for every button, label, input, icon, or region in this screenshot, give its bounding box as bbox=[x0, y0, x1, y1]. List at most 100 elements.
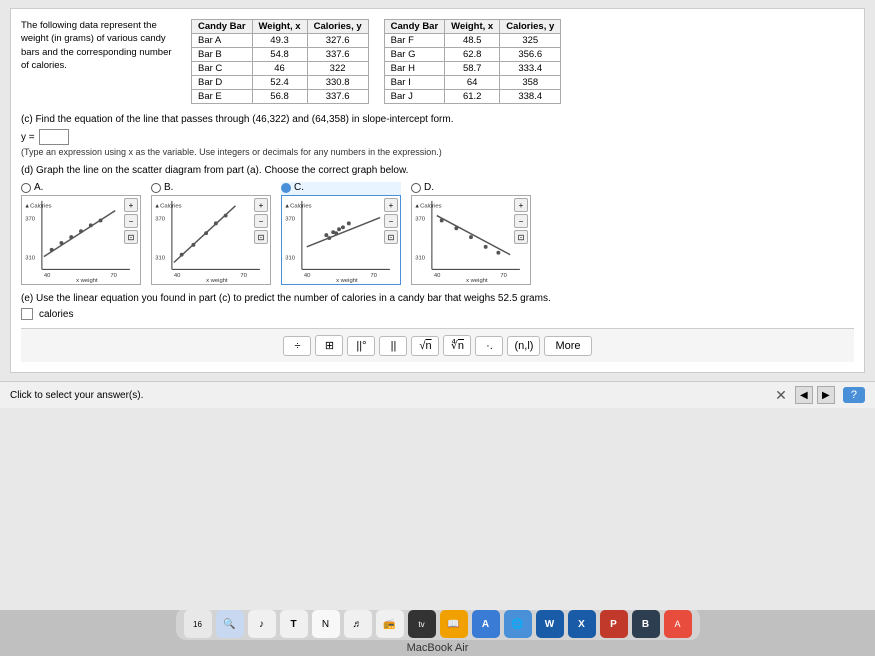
dock-podcast[interactable]: 📻 bbox=[376, 610, 404, 638]
math-btn-fraction[interactable]: ÷ bbox=[283, 336, 311, 356]
dock-itunes[interactable]: ♬ bbox=[344, 610, 372, 638]
dock-t-app[interactable]: T bbox=[280, 610, 308, 638]
graph-d-svg: ▲Calories 370 310 40 70 x weight bbox=[412, 196, 530, 284]
expand-btn-b[interactable]: ⊡ bbox=[254, 230, 268, 244]
part-d: (d) Graph the line on the scatter diagra… bbox=[21, 165, 854, 285]
radio-b[interactable] bbox=[151, 183, 161, 193]
expand-btn-d[interactable]: ⊡ bbox=[514, 230, 528, 244]
click-to-select-label: Click to select your answer(s). bbox=[10, 390, 143, 401]
graph-a-box: ▲Calories 370 310 40 70 x weight bbox=[21, 195, 141, 285]
table-row: Bar D 52.4 330.8 bbox=[192, 76, 369, 90]
nav-arrows: ◀ ▶ bbox=[795, 386, 835, 404]
table-2: Candy Bar Weight, x Calories, y Bar F 48… bbox=[384, 19, 562, 104]
svg-text:70: 70 bbox=[240, 273, 247, 279]
graph-option-a[interactable]: A. ▲Calories 370 310 40 bbox=[21, 182, 141, 285]
svg-text:40: 40 bbox=[304, 273, 311, 279]
zoom-in-btn-a[interactable]: + bbox=[124, 198, 138, 212]
help-button[interactable]: ? bbox=[843, 387, 865, 403]
graph-d-box: ▲Calories 370 310 40 70 x weight bbox=[411, 195, 531, 285]
dock-a-app[interactable]: A bbox=[472, 610, 500, 638]
graph-c-controls: + − ⊡ bbox=[384, 198, 398, 244]
macbook-bar: 16 🔍 ♪ T N ♬ 📻 tv 📖 A 🌐 W X P B A MacBoo… bbox=[0, 610, 875, 656]
part-c-answer-box[interactable] bbox=[39, 129, 69, 145]
zoom-in-btn-c[interactable]: + bbox=[384, 198, 398, 212]
dock-pdf-app[interactable]: A bbox=[664, 610, 692, 638]
svg-text:x weight: x weight bbox=[76, 278, 98, 284]
dock-appletv[interactable]: tv bbox=[408, 610, 436, 638]
graph-c-svg: ▲Calories 370 310 40 70 x weight bbox=[282, 196, 400, 284]
radio-a[interactable] bbox=[21, 183, 31, 193]
zoom-out-btn-a[interactable]: − bbox=[124, 214, 138, 228]
table-row: Bar G 62.8 356.6 bbox=[384, 48, 561, 62]
table2-col2-header: Weight, x bbox=[445, 20, 500, 34]
graph-option-c[interactable]: C. ▲Calories 370 310 40 70 x weight bbox=[281, 182, 401, 285]
close-button[interactable]: ✕ bbox=[775, 387, 787, 404]
graph-b-label[interactable]: B. bbox=[151, 182, 173, 193]
svg-text:310: 310 bbox=[25, 256, 36, 262]
math-toolbar: ÷ ⊞ ||° || √n ∜n ·. (n,l) More bbox=[21, 328, 854, 362]
graph-a-label[interactable]: A. bbox=[21, 182, 43, 193]
dock-p-app[interactable]: P bbox=[600, 610, 628, 638]
graphs-row: A. ▲Calories 370 310 40 bbox=[21, 182, 854, 285]
graph-d-controls: + − ⊡ bbox=[514, 198, 528, 244]
zoom-out-btn-c[interactable]: − bbox=[384, 214, 398, 228]
table2-col3-header: Calories, y bbox=[500, 20, 561, 34]
dock-x-app[interactable]: X bbox=[568, 610, 596, 638]
dock-calendar[interactable]: 16 bbox=[184, 610, 212, 638]
table-row: Bar J 61.2 338.4 bbox=[384, 90, 561, 104]
left-description: The following data represent the weight … bbox=[21, 19, 181, 104]
macbook-label: MacBook Air bbox=[407, 642, 469, 654]
math-btn-matrix[interactable]: ⊞ bbox=[315, 335, 343, 356]
part-e-answer: calories bbox=[21, 308, 854, 320]
math-btn-degree[interactable]: ||° bbox=[347, 336, 375, 356]
math-btn-sqrt[interactable]: √n bbox=[411, 336, 439, 356]
dock-finder[interactable]: 🔍 bbox=[216, 610, 244, 638]
graph-b-svg: ▲Calories 370 310 40 70 x weight bbox=[152, 196, 270, 284]
more-button[interactable]: More bbox=[544, 336, 591, 356]
math-btn-abs[interactable]: || bbox=[379, 336, 407, 356]
svg-text:x weight: x weight bbox=[206, 278, 228, 284]
svg-text:x weight: x weight bbox=[466, 278, 488, 284]
bottom-bar: Click to select your answer(s). ✕ ◀ ▶ ? bbox=[0, 381, 875, 408]
graph-option-d[interactable]: D. ▲Calories 370 310 40 70 x weight bbox=[411, 182, 531, 285]
zoom-in-btn-b[interactable]: + bbox=[254, 198, 268, 212]
table-row: Bar I 64 358 bbox=[384, 76, 561, 90]
graph-b-text: B. bbox=[164, 182, 173, 193]
prev-arrow[interactable]: ◀ bbox=[795, 386, 813, 404]
svg-text:70: 70 bbox=[370, 273, 377, 279]
svg-text:310: 310 bbox=[155, 256, 166, 262]
math-btn-dot[interactable]: ·. bbox=[475, 336, 503, 356]
graph-option-b[interactable]: B. ▲Calories 370 310 40 70 x weight bbox=[151, 182, 271, 285]
math-btn-nthroot[interactable]: ∜n bbox=[443, 335, 471, 356]
radio-d[interactable] bbox=[411, 183, 421, 193]
math-btn-paren[interactable]: (n,l) bbox=[507, 336, 540, 356]
graph-b-box: ▲Calories 370 310 40 70 x weight bbox=[151, 195, 271, 285]
expand-btn-c[interactable]: ⊡ bbox=[384, 230, 398, 244]
part-c: (c) Find the equation of the line that p… bbox=[21, 114, 854, 157]
zoom-in-btn-d[interactable]: + bbox=[514, 198, 528, 212]
svg-text:370: 370 bbox=[415, 216, 426, 222]
part-e-checkbox[interactable] bbox=[21, 308, 33, 320]
table-1: Candy Bar Weight, x Calories, y Bar A 49… bbox=[191, 19, 369, 104]
zoom-out-btn-d[interactable]: − bbox=[514, 214, 528, 228]
svg-text:310: 310 bbox=[285, 256, 296, 262]
table-row: Bar B 54.8 337.6 bbox=[192, 48, 369, 62]
zoom-out-btn-b[interactable]: − bbox=[254, 214, 268, 228]
dock-b-app[interactable]: B bbox=[632, 610, 660, 638]
expand-btn-a[interactable]: ⊡ bbox=[124, 230, 138, 244]
part-e: (e) Use the linear equation you found in… bbox=[21, 293, 854, 320]
part-d-label: (d) Graph the line on the scatter diagra… bbox=[21, 165, 854, 176]
graph-c-label[interactable]: C. bbox=[281, 182, 304, 193]
dock-music[interactable]: ♪ bbox=[248, 610, 276, 638]
svg-text:40: 40 bbox=[434, 273, 441, 279]
table-row: Bar C 46 322 bbox=[192, 62, 369, 76]
dock-norton[interactable]: N bbox=[312, 610, 340, 638]
dock-safari[interactable]: 🌐 bbox=[504, 610, 532, 638]
graph-d-label[interactable]: D. bbox=[411, 182, 434, 193]
next-arrow[interactable]: ▶ bbox=[817, 386, 835, 404]
dock-books[interactable]: 📖 bbox=[440, 610, 468, 638]
svg-text:40: 40 bbox=[174, 273, 181, 279]
dock-w-app[interactable]: W bbox=[536, 610, 564, 638]
svg-text:▲Calories: ▲Calories bbox=[24, 204, 51, 210]
radio-c[interactable] bbox=[281, 183, 291, 193]
